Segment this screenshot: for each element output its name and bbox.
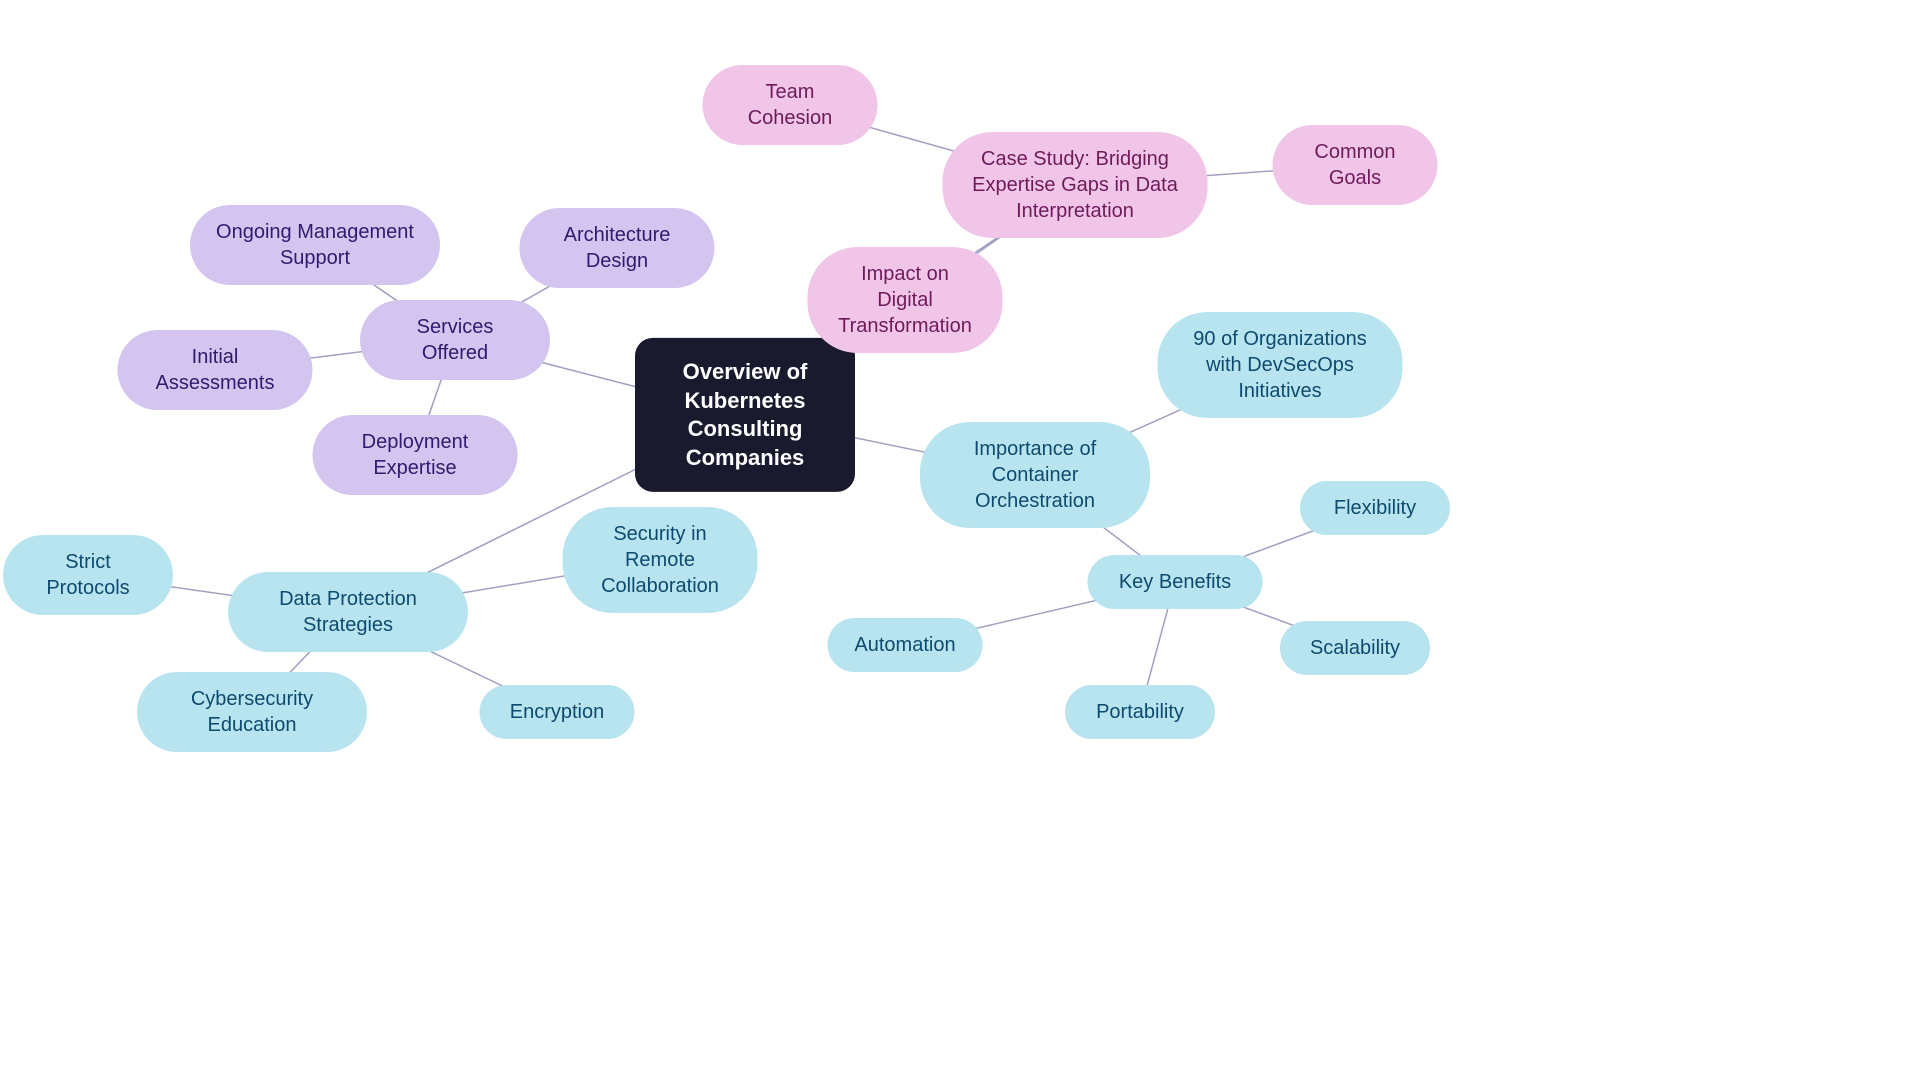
mindmap-container: Overview of Kubernetes Consulting Compan…	[0, 0, 1920, 1083]
node-impactDigital[interactable]: Impact on Digital Transformation	[808, 247, 1003, 353]
node-automation[interactable]: Automation	[828, 618, 983, 672]
node-servicesOffered[interactable]: Services Offered	[360, 300, 550, 380]
node-dataProtection[interactable]: Data Protection Strategies	[228, 572, 468, 652]
node-commonGoals[interactable]: Common Goals	[1273, 125, 1438, 205]
node-initialAssessments[interactable]: Initial Assessments	[118, 330, 313, 410]
node-encryption[interactable]: Encryption	[480, 685, 635, 739]
node-securityRemote[interactable]: Security in Remote Collaboration	[563, 507, 758, 613]
node-scalability[interactable]: Scalability	[1280, 621, 1430, 675]
node-strictProtocols[interactable]: Strict Protocols	[3, 535, 173, 615]
node-center[interactable]: Overview of Kubernetes Consulting Compan…	[635, 338, 855, 492]
node-flexibility[interactable]: Flexibility	[1300, 481, 1450, 535]
node-deploymentExpertise[interactable]: Deployment Expertise	[313, 415, 518, 495]
node-cybersecurityEd[interactable]: Cybersecurity Education	[137, 672, 367, 752]
node-caseStudy[interactable]: Case Study: Bridging Expertise Gaps in D…	[943, 132, 1208, 238]
node-teamCohesion[interactable]: Team Cohesion	[703, 65, 878, 145]
node-portability[interactable]: Portability	[1065, 685, 1215, 739]
node-keyBenefits[interactable]: Key Benefits	[1088, 555, 1263, 609]
node-devSecOps[interactable]: 90 of Organizations with DevSecOps Initi…	[1158, 312, 1403, 418]
node-containerOrch[interactable]: Importance of Container Orchestration	[920, 422, 1150, 528]
node-ongoingManagement[interactable]: Ongoing Management Support	[190, 205, 440, 285]
node-architectureDesign[interactable]: Architecture Design	[520, 208, 715, 288]
